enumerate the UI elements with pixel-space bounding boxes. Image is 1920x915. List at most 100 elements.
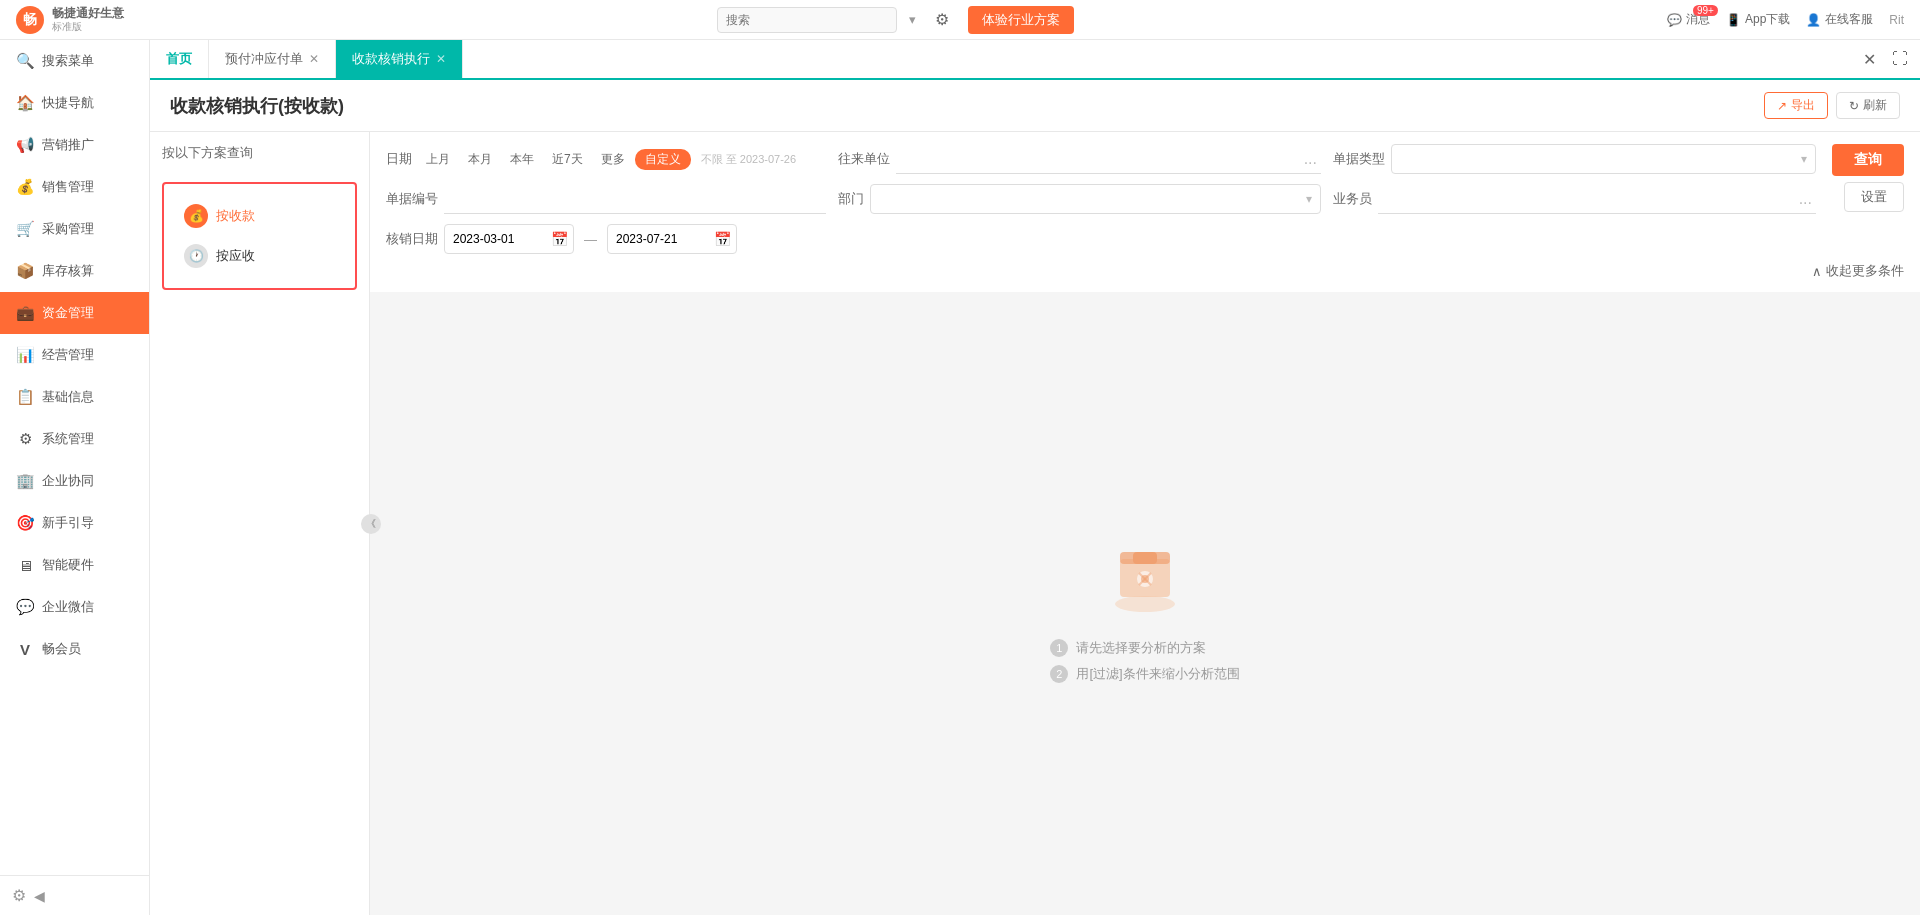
online-service-button[interactable]: 👤 在线客服 bbox=[1806, 11, 1873, 28]
user-name: Rit bbox=[1889, 13, 1904, 27]
sidebar-item-quick-nav[interactable]: 🏠 快捷导航 bbox=[0, 82, 149, 124]
sidebar-label-marketing: 营销推广 bbox=[42, 136, 94, 154]
tab-prepay[interactable]: 预付冲应付单 ✕ bbox=[209, 40, 336, 78]
partner-input[interactable]: ... bbox=[896, 144, 1321, 174]
page-title: 收款核销执行(按收款) bbox=[170, 94, 344, 118]
sidebar: 🔍 搜索菜单 🏠 快捷导航 📢 营销推广 💰 销售管理 🛒 采购管理 📦 库存核… bbox=[0, 40, 150, 915]
doc-type-select[interactable]: ▾ bbox=[1391, 144, 1816, 174]
sidebar-label-finance: 资金管理 bbox=[42, 304, 94, 322]
megaphone-icon: 📢 bbox=[16, 136, 34, 154]
scheme-list: 💰 按收款 🕐 按应收 bbox=[162, 182, 357, 290]
solution-button[interactable]: 体验行业方案 bbox=[968, 6, 1074, 34]
empty-tip-2: 2 用[过滤]条件来缩小分析范围 bbox=[1050, 665, 1239, 683]
tab-receipts[interactable]: 收款核销执行 ✕ bbox=[336, 40, 463, 78]
verify-date-end-wrap: 📅 bbox=[607, 224, 737, 254]
message-icon: 💬 bbox=[1667, 13, 1682, 27]
guide-icon: 🎯 bbox=[16, 514, 34, 532]
sidebar-item-sales[interactable]: 💰 销售管理 bbox=[0, 166, 149, 208]
wechat-icon: 💬 bbox=[16, 598, 34, 616]
main-layout: 🔍 搜索菜单 🏠 快捷导航 📢 营销推广 💰 销售管理 🛒 采购管理 📦 库存核… bbox=[0, 40, 1920, 915]
tab-prepay-label: 预付冲应付单 bbox=[225, 50, 303, 68]
sidebar-item-finance[interactable]: 💼 资金管理 bbox=[0, 292, 149, 334]
doc-no-label: 单据编号 bbox=[386, 190, 438, 208]
member-icon: V bbox=[16, 641, 34, 658]
box-icon: 📦 bbox=[16, 262, 34, 280]
tip-num-1: 1 bbox=[1050, 639, 1068, 657]
date-this-month[interactable]: 本月 bbox=[460, 149, 500, 170]
sidebar-item-search-menu[interactable]: 🔍 搜索菜单 bbox=[0, 40, 149, 82]
system-icon: ⚙ bbox=[16, 430, 34, 448]
partner-dots[interactable]: ... bbox=[1304, 150, 1317, 168]
partner-label: 往来单位 bbox=[838, 150, 890, 168]
dept-select[interactable]: ▾ bbox=[870, 184, 1321, 214]
sidebar-item-marketing[interactable]: 📢 营销推广 bbox=[0, 124, 149, 166]
sidebar-item-member[interactable]: V 畅会员 bbox=[0, 628, 149, 670]
scheme-by-receipt[interactable]: 💰 按收款 bbox=[172, 196, 347, 236]
empty-state: 1 请先选择要分析的方案 2 用[过滤]条件来缩小分析范围 bbox=[370, 292, 1920, 915]
app-brand: 畅捷通好生意 bbox=[52, 6, 124, 20]
refresh-button[interactable]: ↻ 刷新 bbox=[1836, 92, 1900, 119]
export-icon: ↗ bbox=[1777, 99, 1787, 113]
gear-icon[interactable]: ⚙ bbox=[928, 6, 956, 34]
verify-date-start-calendar-icon[interactable]: 📅 bbox=[551, 231, 568, 247]
staff-label: 业务员 bbox=[1333, 190, 1372, 208]
app-edition: 标准版 bbox=[52, 21, 124, 33]
sidebar-item-operations[interactable]: 📊 经营管理 bbox=[0, 334, 149, 376]
sidebar-item-purchase[interactable]: 🛒 采购管理 bbox=[0, 208, 149, 250]
empty-illustration bbox=[1095, 524, 1195, 627]
sidebar-item-guide[interactable]: 🎯 新手引导 bbox=[0, 502, 149, 544]
page-header: 收款核销执行(按收款) ↗ 导出 ↻ 刷新 bbox=[150, 80, 1920, 132]
sidebar-collapse-icon[interactable]: ◀ bbox=[34, 888, 45, 904]
message-badge: 99+ bbox=[1693, 5, 1718, 16]
date-custom[interactable]: 自定义 bbox=[635, 149, 691, 170]
staff-input[interactable]: ... bbox=[1378, 184, 1816, 214]
message-button[interactable]: 💬 消息 99+ bbox=[1667, 11, 1710, 28]
staff-dots[interactable]: ... bbox=[1799, 190, 1812, 208]
doc-type-label: 单据类型 bbox=[1333, 150, 1385, 168]
date-unlimited: 不限 至 2023-07-26 bbox=[701, 152, 796, 167]
left-panel: 按以下方案查询 💰 按收款 🕐 按应收 《 bbox=[150, 132, 370, 915]
sidebar-item-inventory[interactable]: 📦 库存核算 bbox=[0, 250, 149, 292]
date-more[interactable]: 更多 bbox=[593, 149, 633, 170]
panel-collapse-button[interactable]: 《 bbox=[361, 514, 381, 534]
tab-home[interactable]: 首页 bbox=[150, 40, 209, 78]
tab-receipts-label: 收款核销执行 bbox=[352, 50, 430, 68]
scheme-by-receivable-label: 按应收 bbox=[216, 247, 255, 265]
sidebar-item-hardware[interactable]: 🖥 智能硬件 bbox=[0, 544, 149, 586]
tab-prepay-close[interactable]: ✕ bbox=[309, 52, 319, 66]
app-logo: 畅 bbox=[16, 6, 44, 34]
phone-icon: 📱 bbox=[1726, 13, 1741, 27]
tab-receipts-close[interactable]: ✕ bbox=[436, 52, 446, 66]
sidebar-item-wechat[interactable]: 💬 企业微信 bbox=[0, 586, 149, 628]
sidebar-item-enterprise[interactable]: 🏢 企业协同 bbox=[0, 460, 149, 502]
collapse-more-label: 收起更多条件 bbox=[1826, 262, 1904, 280]
doc-no-input[interactable] bbox=[444, 184, 826, 214]
top-search-input[interactable] bbox=[717, 7, 897, 33]
date-label: 日期 bbox=[386, 150, 412, 168]
date-last-7-days[interactable]: 近7天 bbox=[544, 149, 591, 170]
app-download-button[interactable]: 📱 App下载 bbox=[1726, 11, 1790, 28]
sidebar-label-system: 系统管理 bbox=[42, 430, 94, 448]
scheme-by-receipt-label: 按收款 bbox=[216, 207, 255, 225]
sidebar-label-wechat: 企业微信 bbox=[42, 598, 94, 616]
dropdown-icon[interactable]: ▾ bbox=[909, 12, 916, 27]
export-button[interactable]: ↗ 导出 bbox=[1764, 92, 1828, 119]
verify-date-start-wrap: 📅 bbox=[444, 224, 574, 254]
tab-fullscreen-button[interactable]: ⛶ bbox=[1888, 46, 1912, 72]
setting-button[interactable]: 设置 bbox=[1844, 182, 1904, 212]
query-button[interactable]: 查询 bbox=[1832, 144, 1904, 176]
collapse-more-button[interactable]: ∧ 收起更多条件 bbox=[1812, 262, 1904, 280]
empty-tip-1-text: 请先选择要分析的方案 bbox=[1076, 639, 1206, 657]
sidebar-item-system[interactable]: ⚙ 系统管理 bbox=[0, 418, 149, 460]
receivable-scheme-icon: 🕐 bbox=[184, 244, 208, 268]
sidebar-bottom: ⚙ ◀ bbox=[0, 875, 149, 915]
scheme-by-receivable[interactable]: 🕐 按应收 bbox=[172, 236, 347, 276]
tab-close-all-button[interactable]: ✕ bbox=[1859, 46, 1880, 73]
svg-point-0 bbox=[1115, 596, 1175, 612]
date-last-month[interactable]: 上月 bbox=[418, 149, 458, 170]
verify-date-end-calendar-icon[interactable]: 📅 bbox=[714, 231, 731, 247]
date-this-year[interactable]: 本年 bbox=[502, 149, 542, 170]
sidebar-settings-icon[interactable]: ⚙ bbox=[12, 886, 26, 905]
sidebar-item-basic-info[interactable]: 📋 基础信息 bbox=[0, 376, 149, 418]
svg-rect-3 bbox=[1133, 552, 1157, 564]
